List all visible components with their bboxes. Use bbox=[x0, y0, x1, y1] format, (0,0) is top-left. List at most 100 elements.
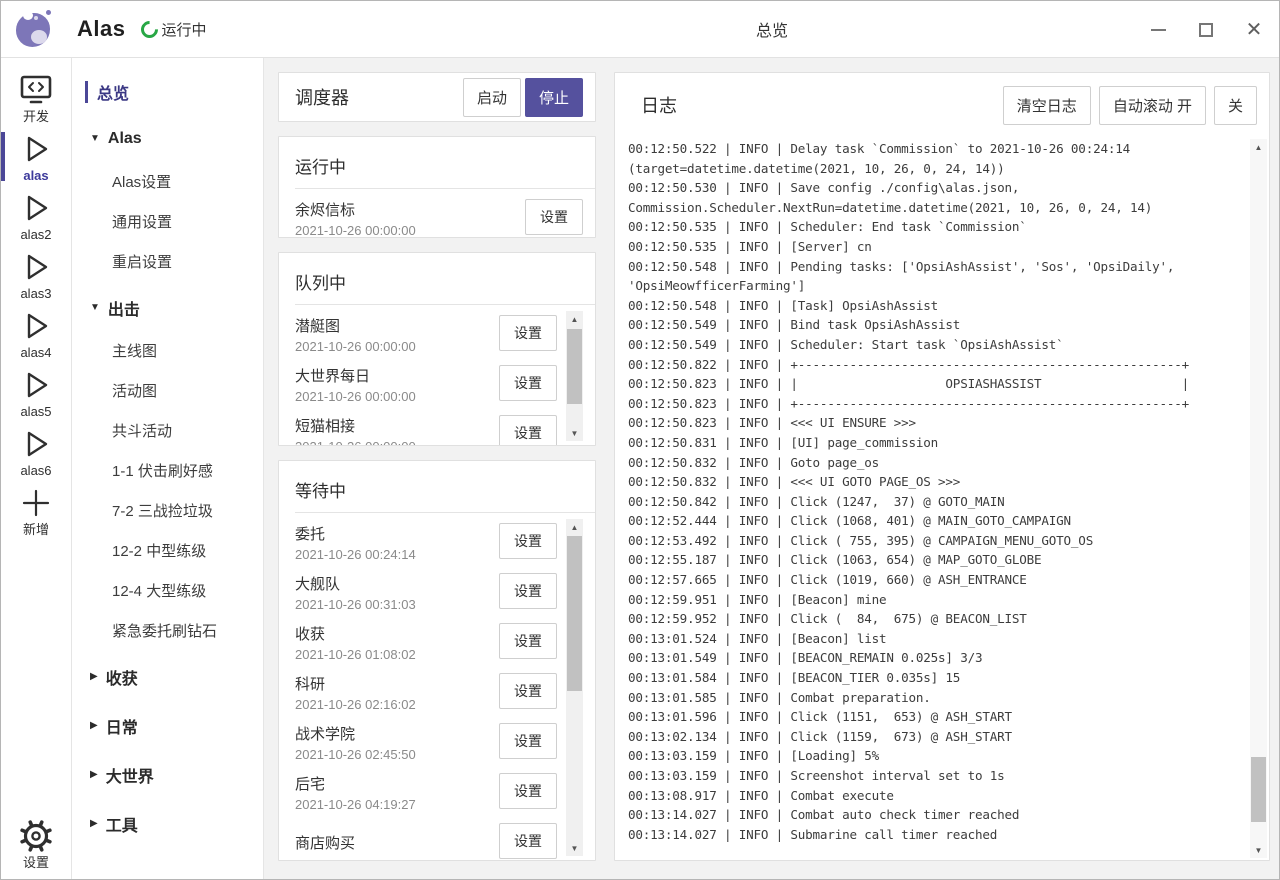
scroll-down-icon[interactable]: ▼ bbox=[1250, 842, 1267, 858]
task-section-队列中: 队列中 潜艇图 2021-10-26 00:00:00 设置 大世界每日 202… bbox=[278, 252, 596, 446]
minimize-button[interactable] bbox=[1147, 19, 1169, 41]
rail-item-label: alas4 bbox=[20, 346, 51, 359]
menu-group-大世界[interactable]: ▶大世界 bbox=[72, 753, 263, 797]
task-settings-button[interactable]: 设置 bbox=[499, 415, 557, 445]
task-settings-button[interactable]: 设置 bbox=[499, 573, 557, 609]
scrollbar-thumb[interactable] bbox=[567, 329, 582, 404]
menu-item-重启设置[interactable]: 重启设置 bbox=[72, 241, 263, 281]
scrollbar-thumb[interactable] bbox=[1251, 757, 1266, 822]
menu-item-主线图[interactable]: 主线图 bbox=[72, 330, 263, 370]
menu-group-Alas[interactable]: ▼Alas bbox=[72, 117, 263, 161]
chevron-down-icon: ▼ bbox=[90, 133, 100, 144]
log-line: 00:12:52.444 | INFO | Click (1068, 401) … bbox=[628, 511, 1239, 531]
log-line: 00:13:01.549 | INFO | [BEACON_REMAIN 0.0… bbox=[628, 648, 1239, 668]
menu-item-通用设置[interactable]: 通用设置 bbox=[72, 201, 263, 241]
menu-group-收获[interactable]: ▶收获 bbox=[72, 655, 263, 699]
task-next-run-time: 2021-10-26 02:16:02 bbox=[295, 697, 416, 712]
rail-item-alas2[interactable]: alas2 bbox=[1, 186, 71, 245]
menu-item-活动图[interactable]: 活动图 bbox=[72, 370, 263, 410]
clear-log-button[interactable]: 清空日志 bbox=[1003, 86, 1091, 125]
log-line: 00:13:01.596 | INFO | Click (1151, 653) … bbox=[628, 707, 1239, 727]
task-settings-button[interactable]: 设置 bbox=[499, 723, 557, 759]
menu-item-12-4 大型练级[interactable]: 12-4 大型练级 bbox=[72, 570, 263, 610]
autoscroll-toggle-button[interactable]: 自动滚动 开 bbox=[1099, 86, 1206, 125]
task-name: 余烬信标 bbox=[295, 199, 416, 220]
task-settings-button[interactable]: 设置 bbox=[499, 823, 557, 859]
task-settings-button[interactable]: 设置 bbox=[499, 623, 557, 659]
log-scrollbar[interactable]: ▲ ▼ bbox=[1250, 139, 1267, 858]
menu-group-工具[interactable]: ▶工具 bbox=[72, 802, 263, 846]
rail-item-label: alas5 bbox=[20, 405, 51, 418]
maximize-button[interactable] bbox=[1195, 19, 1217, 41]
app-name: Alas bbox=[77, 16, 125, 42]
task-list: 潜艇图 2021-10-26 00:00:00 设置 大世界每日 2021-10… bbox=[295, 309, 583, 445]
nav-menu: 总览 ▼AlasAlas设置通用设置重启设置 ▼出击主线图活动图共斗活动1-1 伏击… bbox=[72, 58, 264, 879]
chevron-right-icon: ▶ bbox=[90, 769, 98, 780]
menu-item-12-2 中型练级[interactable]: 12-2 中型练级 bbox=[72, 530, 263, 570]
scheduler-start-button[interactable]: 启动 bbox=[463, 78, 521, 117]
rail-item-label: alas2 bbox=[20, 228, 51, 241]
log-line: 00:13:08.917 | INFO | Combat execute bbox=[628, 786, 1239, 806]
log-line: 00:12:59.952 | INFO | Click ( 84, 675) @… bbox=[628, 609, 1239, 629]
task-next-run-time: 2021-10-26 00:00:00 bbox=[295, 389, 416, 404]
menu-item-紧急委托刷钻石[interactable]: 紧急委托刷钻石 bbox=[72, 610, 263, 650]
task-row: 委托 2021-10-26 00:24:14 设置 bbox=[295, 517, 557, 567]
log-line: 00:12:57.665 | INFO | Click (1019, 660) … bbox=[628, 570, 1239, 590]
task-settings-button[interactable]: 设置 bbox=[499, 523, 557, 559]
task-next-run-time: 2021-10-26 00:00:00 bbox=[295, 339, 416, 354]
rail-item-add[interactable]: 新增 bbox=[1, 481, 71, 540]
rail-item-alas3[interactable]: alas3 bbox=[1, 245, 71, 304]
rail-item-dev[interactable]: 开发 bbox=[1, 68, 71, 127]
scroll-down-icon[interactable]: ▼ bbox=[566, 840, 583, 856]
title-bar: Alas 运行中 总览 ✕ bbox=[1, 1, 1279, 58]
chevron-right-icon: ▶ bbox=[90, 818, 98, 829]
section-title: 队列中 bbox=[295, 263, 583, 304]
page-title: 总览 bbox=[756, 17, 788, 41]
scrollbar[interactable]: ▲ ▼ bbox=[566, 519, 583, 856]
menu-item-1-1 伏击刷好感[interactable]: 1-1 伏击刷好感 bbox=[72, 450, 263, 490]
task-section-等待中: 等待中 委托 2021-10-26 00:24:14 设置 大舰队 2021-1… bbox=[278, 460, 596, 861]
task-settings-button[interactable]: 设置 bbox=[525, 199, 583, 235]
menu-group-出击[interactable]: ▼出击 bbox=[72, 286, 263, 330]
scroll-up-icon[interactable]: ▲ bbox=[566, 311, 583, 327]
rail-item-alas5[interactable]: alas5 bbox=[1, 363, 71, 422]
task-settings-button[interactable]: 设置 bbox=[499, 773, 557, 809]
task-next-run-time: 2021-10-26 00:00:00 bbox=[295, 223, 416, 238]
task-row: 后宅 2021-10-26 04:19:27 设置 bbox=[295, 767, 557, 817]
play-icon bbox=[19, 250, 53, 284]
close-icon: ✕ bbox=[1246, 20, 1263, 40]
scroll-up-icon[interactable]: ▲ bbox=[566, 519, 583, 535]
task-settings-button[interactable]: 设置 bbox=[499, 673, 557, 709]
task-name: 大舰队 bbox=[295, 573, 416, 594]
task-row: 科研 2021-10-26 02:16:02 设置 bbox=[295, 667, 557, 717]
menu-item-共斗活动[interactable]: 共斗活动 bbox=[72, 410, 263, 450]
log-off-button[interactable]: 关 bbox=[1214, 86, 1257, 125]
task-next-run-time: 2021-10-26 01:08:02 bbox=[295, 647, 416, 662]
menu-item-7-2 三战捡垃圾[interactable]: 7-2 三战捡垃圾 bbox=[72, 490, 263, 530]
menu-item-Alas设置[interactable]: Alas设置 bbox=[72, 161, 263, 201]
scrollbar[interactable]: ▲ ▼ bbox=[566, 311, 583, 441]
scroll-up-icon[interactable]: ▲ bbox=[1250, 139, 1267, 155]
rail-item-settings[interactable]: 设置 bbox=[1, 814, 71, 873]
log-line: 00:12:50.831 | INFO | [UI] page_commissi… bbox=[628, 433, 1239, 453]
log-line: 00:12:50.823 | INFO | <<< UI ENSURE >>> bbox=[628, 413, 1239, 433]
close-button[interactable]: ✕ bbox=[1243, 19, 1265, 41]
menu-item-总览[interactable]: 总览 bbox=[72, 72, 263, 112]
task-settings-button[interactable]: 设置 bbox=[499, 365, 557, 401]
scrollbar-thumb[interactable] bbox=[567, 536, 582, 691]
scroll-down-icon[interactable]: ▼ bbox=[566, 425, 583, 441]
minimize-icon bbox=[1151, 29, 1166, 31]
rail-item-alas6[interactable]: alas6 bbox=[1, 422, 71, 481]
code-monitor-icon bbox=[18, 73, 54, 107]
play-icon bbox=[19, 368, 53, 402]
scheduler-stop-button[interactable]: 停止 bbox=[525, 78, 583, 117]
log-output[interactable]: 00:12:50.522 | INFO | Delay task `Commis… bbox=[615, 137, 1269, 860]
rail-item-alas4[interactable]: alas4 bbox=[1, 304, 71, 363]
log-line: 00:13:01.584 | INFO | [BEACON_TIER 0.035… bbox=[628, 668, 1239, 688]
rail-item-alas[interactable]: alas bbox=[1, 127, 71, 186]
task-settings-button[interactable]: 设置 bbox=[499, 315, 557, 351]
task-row: 战术学院 2021-10-26 02:45:50 设置 bbox=[295, 717, 557, 767]
task-row: 大舰队 2021-10-26 00:31:03 设置 bbox=[295, 567, 557, 617]
maximize-icon bbox=[1199, 23, 1213, 37]
menu-group-日常[interactable]: ▶日常 bbox=[72, 704, 263, 748]
